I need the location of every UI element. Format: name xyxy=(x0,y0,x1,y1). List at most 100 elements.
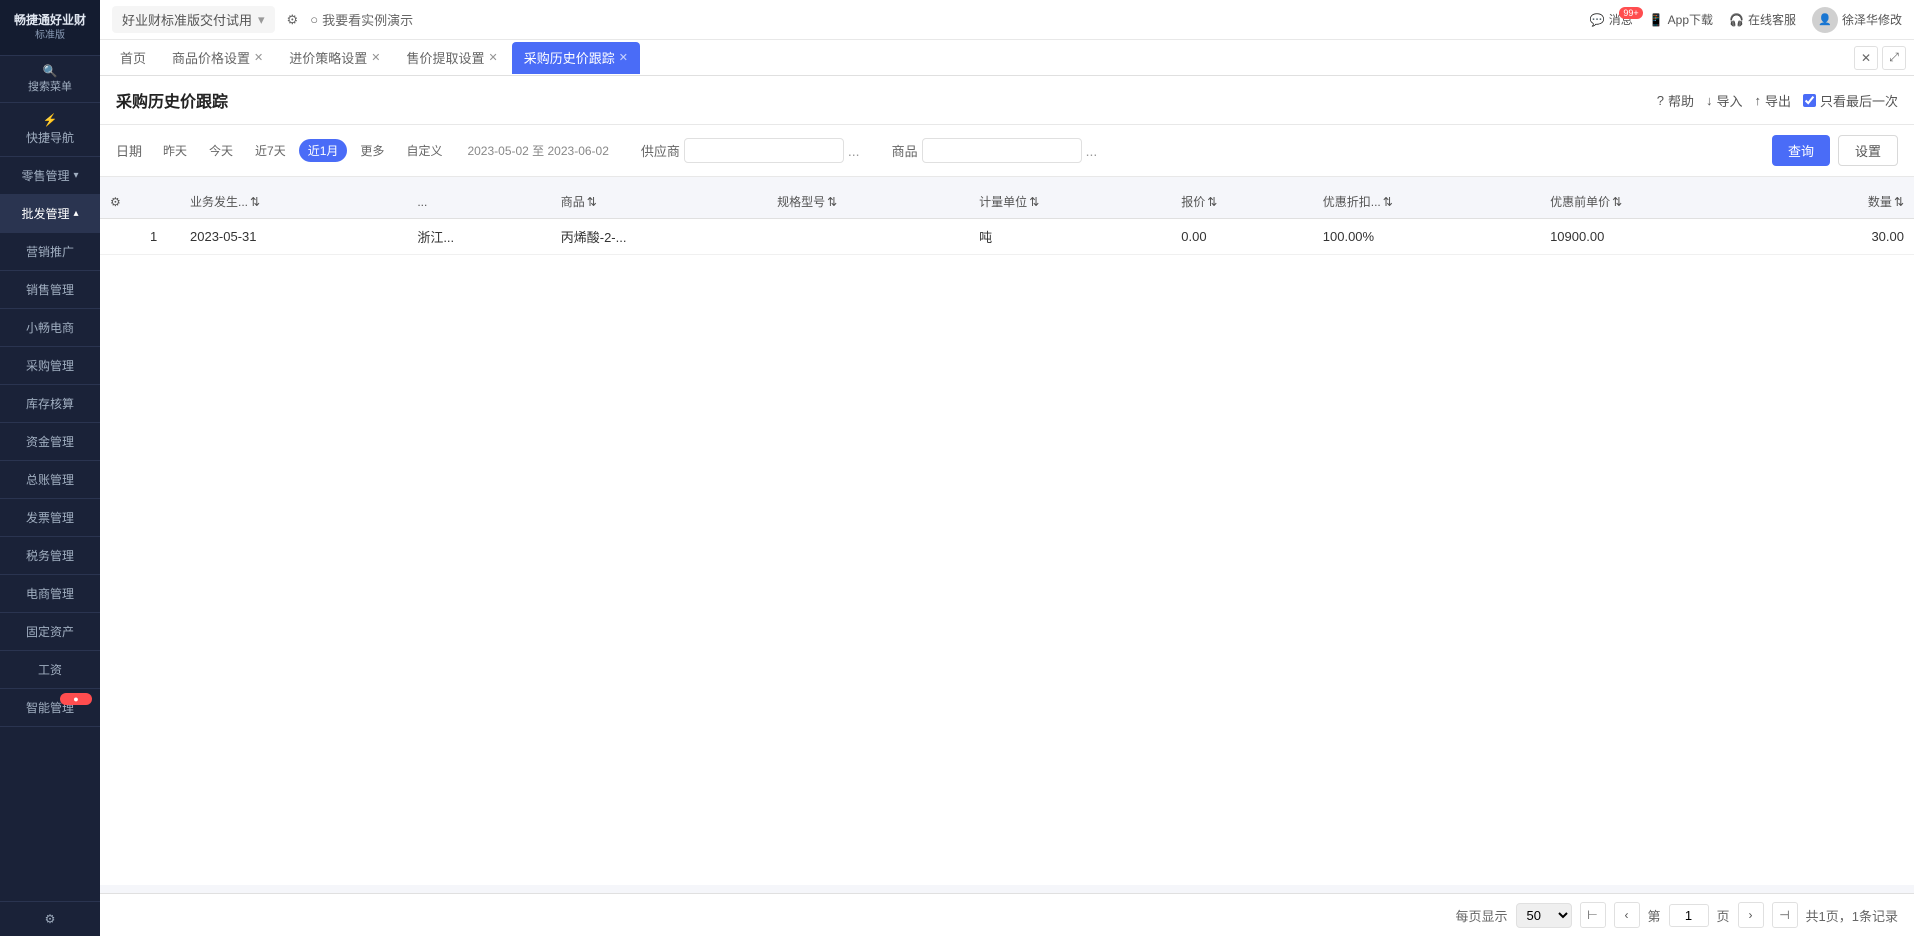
first-page-button[interactable]: ⊢ xyxy=(1580,902,1606,928)
th-price-sort[interactable]: 报价 ⇅ xyxy=(1181,193,1217,210)
th-product-sort[interactable]: 商品 ⇅ xyxy=(561,193,597,210)
smart-badge: ● xyxy=(60,693,92,705)
per-page-select[interactable]: 50 10 20 100 xyxy=(1516,903,1572,928)
sidebar-item-invoice[interactable]: 发票管理 xyxy=(0,499,100,537)
invoice-label: 发票管理 xyxy=(26,509,74,526)
tab-product-price-close[interactable]: ✕ xyxy=(254,51,263,64)
th-unit-sort[interactable]: 计量单位 ⇅ xyxy=(979,193,1039,210)
td-discount: 100.00% xyxy=(1313,219,1540,255)
th-date-label: 业务发生... xyxy=(190,193,248,210)
th-settings[interactable]: ⚙ xyxy=(100,185,140,219)
th-spec-sort[interactable]: 规格型号 ⇅ xyxy=(777,193,837,210)
user-menu-button[interactable]: 👤 徐泽华修改 xyxy=(1812,7,1902,33)
date-btn-7days[interactable]: 近7天 xyxy=(246,139,295,162)
tab-product-price[interactable]: 商品价格设置 ✕ xyxy=(160,42,275,74)
page-title: 采购历史价跟踪 xyxy=(116,88,228,112)
tax-label: 税务管理 xyxy=(26,547,74,564)
last-only-toggle[interactable]: 只看最后一次 xyxy=(1803,91,1898,110)
export-button[interactable]: ↑ 导出 xyxy=(1754,91,1791,110)
settings-icon: ⚙ xyxy=(45,912,56,926)
sidebar-item-assets[interactable]: 固定资产 xyxy=(0,613,100,651)
sidebar-settings-btn[interactable]: ⚙ xyxy=(0,901,100,936)
per-page-label: 每页显示 xyxy=(1455,906,1507,925)
date-btn-more[interactable]: 更多 xyxy=(351,139,393,162)
sidebar-item-ecommerce-small[interactable]: 小畅电商 xyxy=(0,309,100,347)
sort-icon-date: ⇅ xyxy=(250,195,260,209)
th-original-price-sort[interactable]: 优惠前单价 ⇅ xyxy=(1550,193,1622,210)
th-quantity-sort[interactable]: 数量 ⇅ xyxy=(1868,193,1904,210)
wholesale-label: 批发管理 xyxy=(21,205,69,222)
date-btn-1month[interactable]: 近1月 xyxy=(299,139,348,162)
supplier-more-btn[interactable]: ... xyxy=(848,143,860,159)
tabbar-controls: ✕ ⤢ xyxy=(1854,46,1906,70)
sidebar-item-sales[interactable]: 销售管理 xyxy=(0,271,100,309)
date-btn-custom[interactable]: 自定义 xyxy=(397,139,451,162)
next-page-button[interactable]: › xyxy=(1738,902,1764,928)
sidebar-item-marketing[interactable]: 营销推广 xyxy=(0,233,100,271)
supplier-input[interactable] xyxy=(684,138,844,163)
tab-price-extract[interactable]: 售价提取设置 ✕ xyxy=(394,42,509,74)
main-area: 好业财标准版交付试用 ▾ ⚙ ○ 我要看实例演示 💬 消息 99+ 📱 App下… xyxy=(100,0,1914,936)
last-only-checkbox[interactable] xyxy=(1803,94,1816,107)
last-page-button[interactable]: ⊣ xyxy=(1772,902,1798,928)
help-button[interactable]: ? 帮助 xyxy=(1657,91,1694,110)
prev-page-button[interactable]: ‹ xyxy=(1614,902,1640,928)
sidebar-item-accounting[interactable]: 总账管理 xyxy=(0,461,100,499)
demo-button[interactable]: ○ 我要看实例演示 xyxy=(310,10,413,29)
date-btn-today[interactable]: 今天 xyxy=(200,139,242,162)
sort-icon-discount: ⇅ xyxy=(1383,195,1393,209)
th-spec[interactable]: 规格型号 ⇅ xyxy=(767,185,969,219)
ecommerce-small-label: 小畅电商 xyxy=(26,319,74,336)
th-date[interactable]: 业务发生... ⇅ xyxy=(180,185,407,219)
th-unit[interactable]: 计量单位 ⇅ xyxy=(969,185,1171,219)
tab-purchase-strategy[interactable]: 进价策略设置 ✕ xyxy=(277,42,392,74)
th-price[interactable]: 报价 ⇅ xyxy=(1171,185,1313,219)
page-input[interactable] xyxy=(1669,904,1709,927)
topbar-settings-button[interactable]: ⚙ xyxy=(283,8,303,32)
sidebar-item-tax[interactable]: 税务管理 xyxy=(0,537,100,575)
query-button[interactable]: 查询 xyxy=(1772,135,1830,166)
product-more-btn[interactable]: ... xyxy=(1086,143,1098,159)
tab-close-button[interactable]: ✕ xyxy=(1854,46,1878,70)
tab-purchase-history[interactable]: 采购历史价跟踪 ✕ xyxy=(512,42,640,74)
tab-purchase-history-close[interactable]: ✕ xyxy=(619,51,628,64)
import-button[interactable]: ↓ 导入 xyxy=(1706,91,1743,110)
date-btn-yesterday[interactable]: 昨天 xyxy=(154,139,196,162)
td-seq: 1 xyxy=(140,219,180,255)
sidebar-item-search[interactable]: 🔍 搜索菜单 xyxy=(0,56,100,103)
sidebar-item-ecommerce[interactable]: 电商管理 xyxy=(0,575,100,613)
product-input[interactable] xyxy=(922,138,1082,163)
sidebar-item-payroll[interactable]: 工资 xyxy=(0,651,100,689)
sidebar-item-smart[interactable]: ● 智能管理 xyxy=(0,689,100,727)
phone-icon: 📱 xyxy=(1649,13,1664,27)
tab-maximize-button[interactable]: ⤢ xyxy=(1882,46,1906,70)
last-only-label: 只看最后一次 xyxy=(1820,91,1898,110)
table-area: ⚙ 业务发生... ⇅ ... xyxy=(100,185,1914,885)
app-download-button[interactable]: 📱 App下载 xyxy=(1649,11,1713,28)
messages-button[interactable]: 💬 消息 99+ xyxy=(1590,11,1633,28)
sidebar-item-wholesale[interactable]: 批发管理 ▴ xyxy=(0,195,100,233)
th-discount[interactable]: 优惠折扣... ⇅ xyxy=(1313,185,1540,219)
tab-price-extract-close[interactable]: ✕ xyxy=(489,51,498,64)
sidebar-item-purchase[interactable]: 采购管理 xyxy=(0,347,100,385)
sidebar-item-quick-nav[interactable]: ⚡ 快捷导航 xyxy=(0,103,100,157)
th-date-sort[interactable]: 业务发生... ⇅ xyxy=(190,193,260,210)
th-discount-sort[interactable]: 优惠折扣... ⇅ xyxy=(1323,193,1393,210)
th-product[interactable]: 商品 ⇅ xyxy=(551,185,767,219)
app-edition: 标准版 xyxy=(8,29,92,43)
th-original-price-label: 优惠前单价 xyxy=(1550,193,1610,210)
sidebar-item-retail[interactable]: 零售管理 ▾ xyxy=(0,157,100,195)
sort-icon-original-price: ⇅ xyxy=(1612,195,1622,209)
settings-button[interactable]: 设置 xyxy=(1838,135,1898,166)
table-row: 1 2023-05-31 浙江... 丙烯酸-2-... 吨 0.00 100.… xyxy=(100,219,1914,255)
online-service-button[interactable]: 🎧 在线客服 xyxy=(1729,11,1796,28)
version-selector[interactable]: 好业财标准版交付试用 ▾ xyxy=(112,6,275,33)
tab-home[interactable]: 首页 xyxy=(108,42,158,74)
sidebar-item-finance[interactable]: 资金管理 xyxy=(0,423,100,461)
tab-purchase-strategy-close[interactable]: ✕ xyxy=(371,51,380,64)
th-unit-label: 计量单位 xyxy=(979,193,1027,210)
th-more[interactable]: ... xyxy=(407,185,550,219)
sidebar-item-inventory[interactable]: 库存核算 xyxy=(0,385,100,423)
th-original-price[interactable]: 优惠前单价 ⇅ xyxy=(1540,185,1772,219)
th-quantity[interactable]: 数量 ⇅ xyxy=(1772,185,1914,219)
